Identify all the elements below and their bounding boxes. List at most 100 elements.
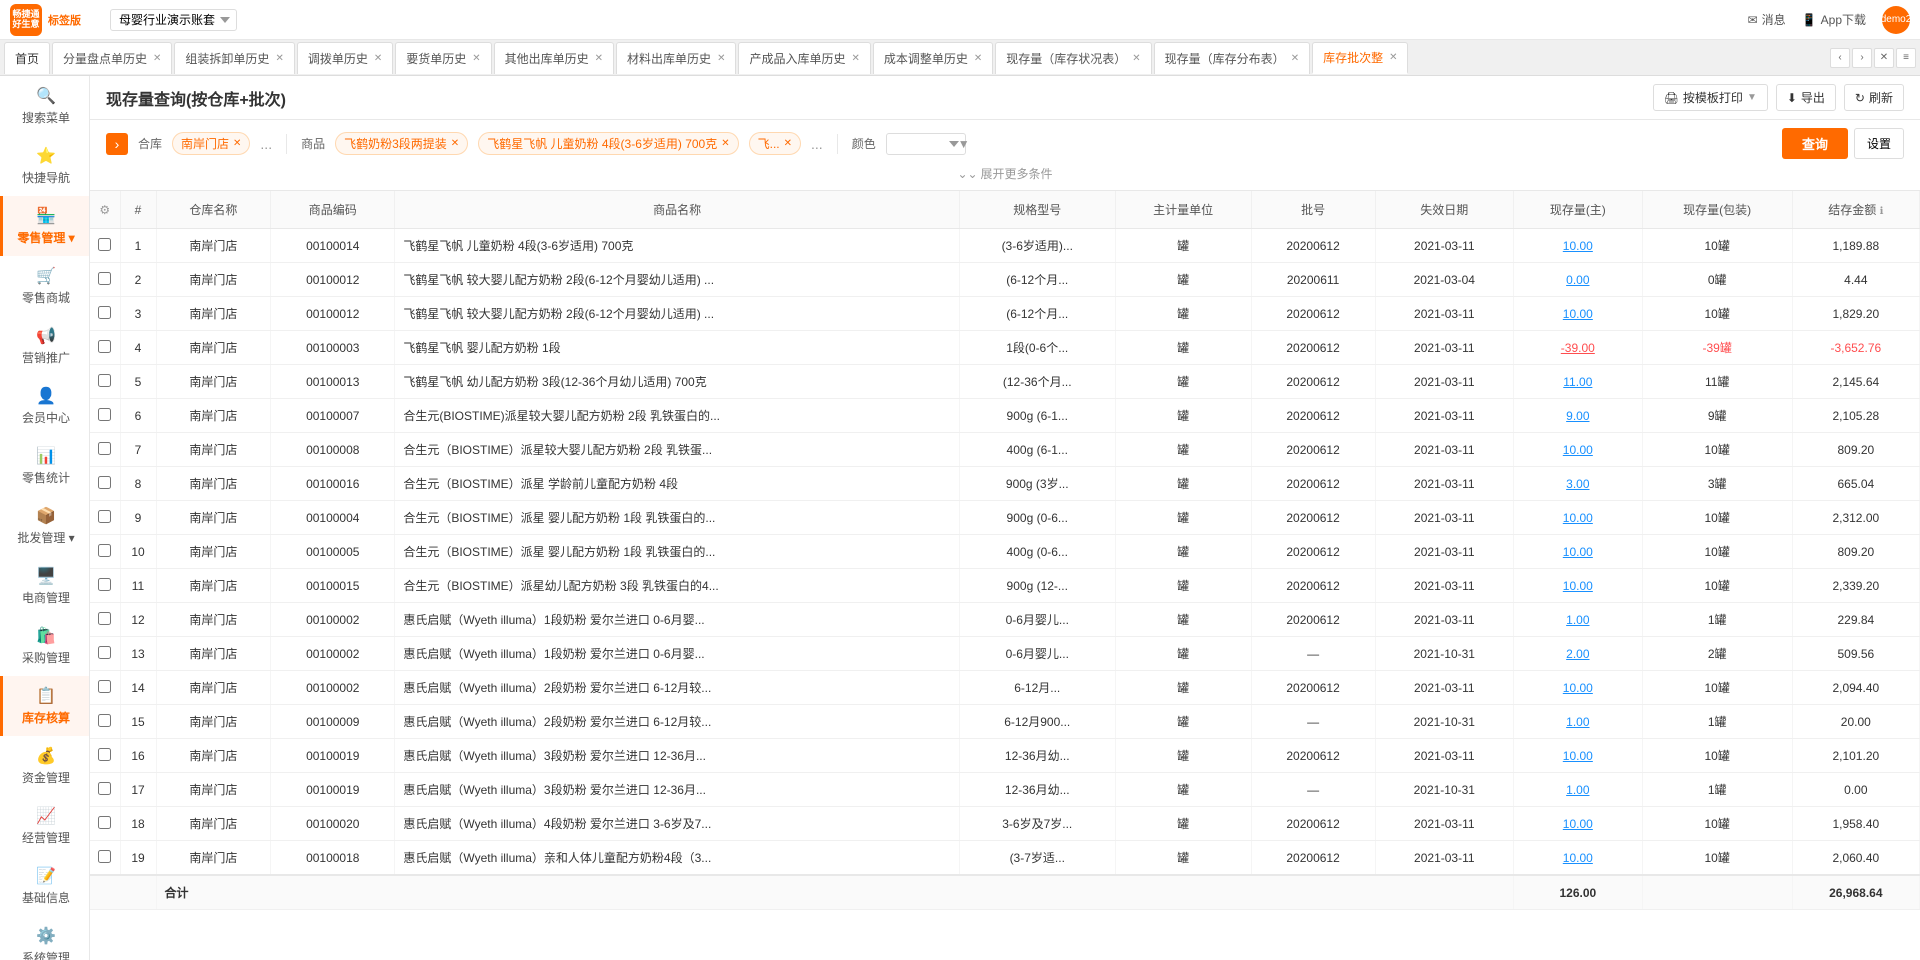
td-checkbox-13[interactable] — [90, 637, 120, 671]
td-checkbox-4[interactable] — [90, 331, 120, 365]
query-button[interactable]: 查询 — [1782, 128, 1848, 159]
warehouse-tag-close[interactable]: ✕ — [233, 138, 241, 149]
qty-main-link-2[interactable]: 0.00 — [1566, 273, 1589, 287]
tab-disassemble[interactable]: 组装拆卸单历史✕ — [174, 42, 294, 74]
product-tag-2-close[interactable]: ✕ — [721, 138, 729, 149]
tab-close-cost_adjust[interactable]: ✕ — [974, 53, 982, 64]
export-button[interactable]: ⬇ 导出 — [1776, 84, 1836, 111]
tab-close-material_out[interactable]: ✕ — [717, 53, 725, 64]
qty-main-link-16[interactable]: 10.00 — [1563, 749, 1593, 763]
tab-home[interactable]: 首页 — [4, 42, 50, 74]
td-checkbox-7[interactable] — [90, 433, 120, 467]
color-filter-select[interactable] — [886, 133, 966, 155]
settings-gear-icon[interactable]: ⚙ — [99, 203, 110, 217]
tab-cost_adjust[interactable]: 成本调整单历史✕ — [873, 42, 993, 74]
tab-stock_dist[interactable]: 现存量（库存分布表）✕ — [1154, 42, 1310, 74]
balance-info-icon[interactable]: ℹ — [1880, 206, 1884, 217]
tab-menu[interactable]: ≡ — [1896, 48, 1916, 68]
qty-main-link-1[interactable]: 10.00 — [1563, 239, 1593, 253]
tab-stock_status[interactable]: 现存量（库存状况表）✕ — [995, 42, 1151, 74]
product-tag-3-close[interactable]: ✕ — [784, 138, 792, 149]
tab-close-pick[interactable]: ✕ — [374, 53, 382, 64]
td-checkbox-5[interactable] — [90, 365, 120, 399]
filter-collapse-btn[interactable]: › — [106, 133, 128, 155]
warehouse-filter-more[interactable]: ... — [260, 136, 272, 152]
breadcrumb-select[interactable]: 母婴行业演示账套 — [110, 9, 237, 31]
qty-main-link-11[interactable]: 10.00 — [1563, 579, 1593, 593]
qty-main-link-14[interactable]: 10.00 — [1563, 681, 1593, 695]
tab-close-product_in[interactable]: ✕ — [851, 53, 859, 64]
qty-main-link-10[interactable]: 10.00 — [1563, 545, 1593, 559]
tab-material_out[interactable]: 材料出库单历史✕ — [616, 42, 736, 74]
tab-close-stock_status[interactable]: ✕ — [1132, 53, 1140, 64]
tab-nav-right[interactable]: › — [1852, 48, 1872, 68]
qty-main-link-7[interactable]: 10.00 — [1563, 443, 1593, 457]
sidebar-item-retail_mgmt[interactable]: 🏪 零售管理 ▾ — [0, 196, 89, 256]
sidebar-item-quick_nav[interactable]: ⭐ 快捷导航 — [0, 136, 89, 196]
tab-close-current[interactable]: ✕ — [1874, 48, 1894, 68]
tab-close-split_inventory[interactable]: ✕ — [153, 53, 161, 64]
sidebar-item-member[interactable]: 👤 会员中心 — [0, 376, 89, 436]
avatar[interactable]: demo2 — [1882, 6, 1910, 34]
qty-main-link-19[interactable]: 10.00 — [1563, 851, 1593, 865]
sidebar-item-sys_mgmt[interactable]: ⚙️ 系统管理 — [0, 916, 89, 960]
tab-nav-left[interactable]: ‹ — [1830, 48, 1850, 68]
app-download-button[interactable]: 📱 App下载 — [1802, 11, 1866, 28]
sidebar-item-ecommerce[interactable]: 🖥️ 电商管理 — [0, 556, 89, 616]
td-checkbox-16[interactable] — [90, 739, 120, 773]
tab-close-disassemble[interactable]: ✕ — [275, 53, 283, 64]
sidebar-item-retail_stats[interactable]: 📊 零售统计 — [0, 436, 89, 496]
sidebar-item-finance[interactable]: 💰 资金管理 — [0, 736, 89, 796]
tab-batch_query[interactable]: 库存批次整✕ — [1312, 42, 1408, 74]
td-checkbox-11[interactable] — [90, 569, 120, 603]
product-filter-more[interactable]: ... — [811, 136, 823, 152]
td-checkbox-1[interactable] — [90, 229, 120, 263]
tab-other_out[interactable]: 其他出库单历史✕ — [494, 42, 614, 74]
td-checkbox-8[interactable] — [90, 467, 120, 501]
qty-main-link-13[interactable]: 2.00 — [1566, 647, 1589, 661]
settings-button[interactable]: 设置 — [1854, 128, 1904, 159]
print-button[interactable]: 🖨 按模板打印 ▼ — [1653, 84, 1768, 111]
td-checkbox-17[interactable] — [90, 773, 120, 807]
sidebar-item-purchase[interactable]: 🛍️ 采购管理 — [0, 616, 89, 676]
tab-pick[interactable]: 调拨单历史✕ — [297, 42, 393, 74]
tab-product_in[interactable]: 产成品入库单历史✕ — [738, 42, 870, 74]
qty-main-link-3[interactable]: 10.00 — [1563, 307, 1593, 321]
qty-main-link-4[interactable]: -39.00 — [1561, 341, 1595, 355]
tab-close-stock_dist[interactable]: ✕ — [1291, 53, 1299, 64]
tab-close-other_out[interactable]: ✕ — [595, 53, 603, 64]
qty-main-link-5[interactable]: 11.00 — [1563, 375, 1592, 389]
td-checkbox-9[interactable] — [90, 501, 120, 535]
sidebar-item-inventory[interactable]: 📋 库存核算 — [0, 676, 89, 736]
expand-more-button[interactable]: ⌄⌄ 展开更多条件 — [957, 165, 1052, 182]
qty-main-link-12[interactable]: 1.00 — [1566, 613, 1589, 627]
sidebar-item-wholesale[interactable]: 📦 批发管理 ▾ — [0, 496, 89, 556]
td-checkbox-10[interactable] — [90, 535, 120, 569]
qty-main-link-15[interactable]: 1.00 — [1566, 715, 1589, 729]
qty-main-link-6[interactable]: 9.00 — [1566, 409, 1589, 423]
sidebar-item-marketing[interactable]: 📢 营销推广 — [0, 316, 89, 376]
sidebar-item-search[interactable]: 🔍 搜索菜单 — [0, 76, 89, 136]
td-checkbox-2[interactable] — [90, 263, 120, 297]
tab-split_inventory[interactable]: 分量盘点单历史✕ — [52, 42, 172, 74]
tab-close-requisition[interactable]: ✕ — [472, 53, 480, 64]
qty-main-link-18[interactable]: 10.00 — [1563, 817, 1593, 831]
sidebar-item-retail_shop[interactable]: 🛒 零售商城 — [0, 256, 89, 316]
td-checkbox-3[interactable] — [90, 297, 120, 331]
td-checkbox-14[interactable] — [90, 671, 120, 705]
td-checkbox-15[interactable] — [90, 705, 120, 739]
td-checkbox-12[interactable] — [90, 603, 120, 637]
sidebar-item-operations[interactable]: 📈 经营管理 — [0, 796, 89, 856]
td-checkbox-6[interactable] — [90, 399, 120, 433]
tab-requisition[interactable]: 要货单历史✕ — [395, 42, 491, 74]
sidebar-item-basic_info[interactable]: 📝 基础信息 — [0, 856, 89, 916]
product-tag-1-close[interactable]: ✕ — [451, 138, 459, 149]
message-button[interactable]: ✉ 消息 — [1748, 11, 1786, 28]
td-checkbox-19[interactable] — [90, 841, 120, 876]
qty-main-link-9[interactable]: 10.00 — [1563, 511, 1593, 525]
tab-close-batch_query[interactable]: ✕ — [1389, 52, 1397, 63]
td-checkbox-18[interactable] — [90, 807, 120, 841]
refresh-button[interactable]: ↻ 刷新 — [1844, 84, 1904, 111]
print-dropdown-icon[interactable]: ▼ — [1747, 92, 1757, 103]
qty-main-link-8[interactable]: 3.00 — [1566, 477, 1589, 491]
